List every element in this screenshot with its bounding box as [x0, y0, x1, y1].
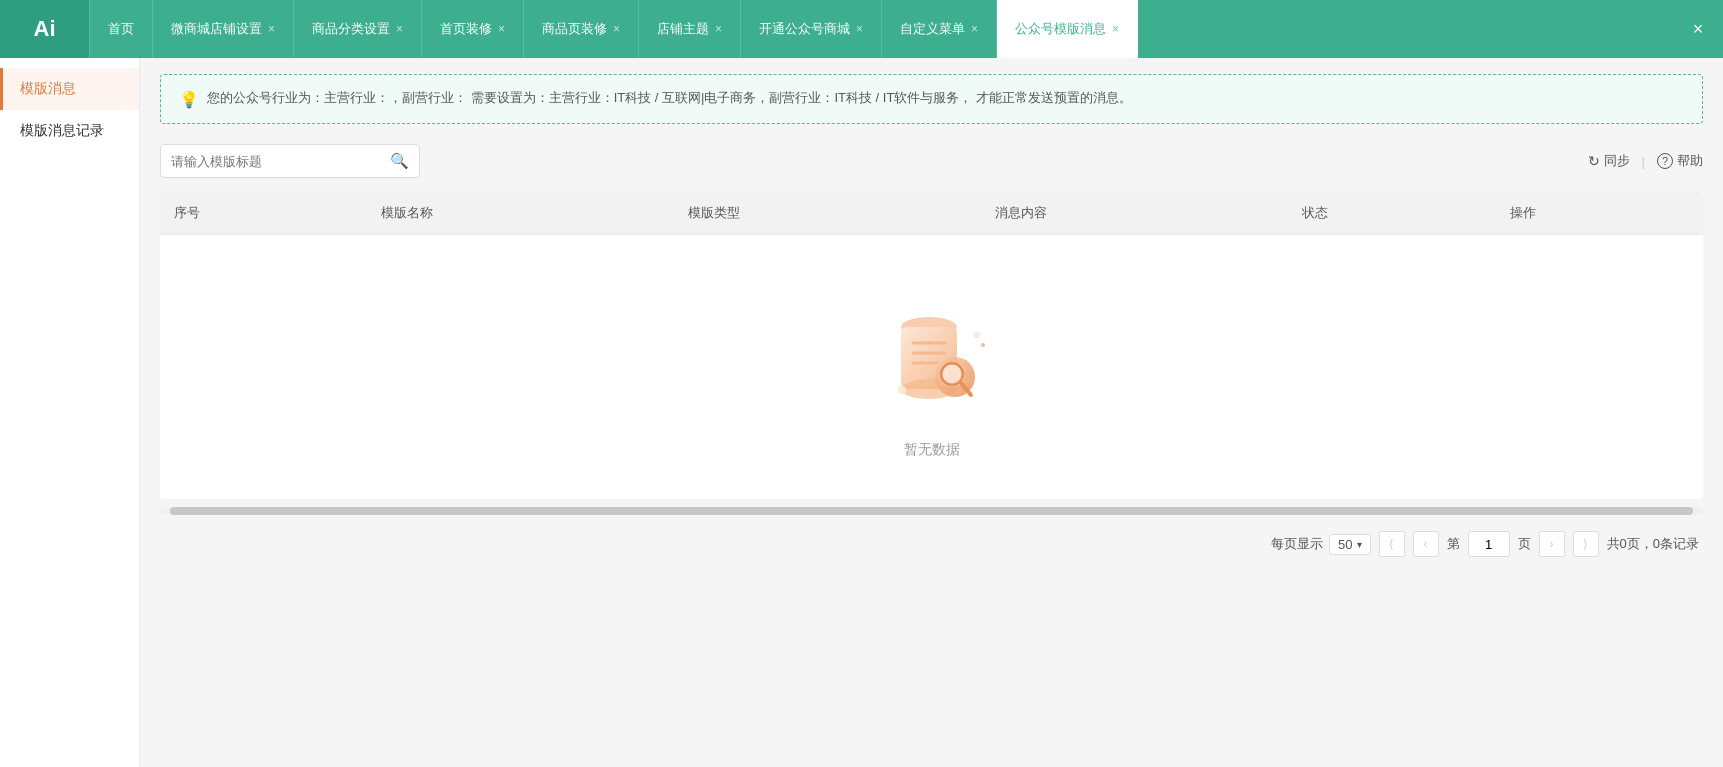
- table-col-content: 消息内容: [981, 192, 1288, 235]
- first-page-icon: ⟨: [1389, 537, 1394, 551]
- empty-row: 暂无数据: [160, 235, 1703, 500]
- sync-button[interactable]: ↻ 同步: [1588, 152, 1630, 170]
- table-col-action: 操作: [1496, 192, 1703, 235]
- pagination-row: 每页显示 50 ▾ ⟨ ‹ 第 页 › ⟩ 共0页，0条记录: [160, 523, 1703, 565]
- next-page-icon: ›: [1550, 537, 1554, 551]
- nav-tab-1[interactable]: 微商城店铺设置 ×: [153, 0, 294, 58]
- toolbar-divider: |: [1642, 154, 1645, 169]
- search-bar-row: 🔍 ↻ 同步 | ? 帮助: [160, 144, 1703, 178]
- next-page-button[interactable]: ›: [1539, 531, 1565, 557]
- help-button[interactable]: ? 帮助: [1657, 152, 1703, 170]
- table-col-status: 状态: [1288, 192, 1495, 235]
- tab-close-icon-1[interactable]: ×: [268, 22, 275, 36]
- table-col-index: 序号: [160, 192, 367, 235]
- content-area: 💡 您的公众号行业为：主营行业：，副营行业： 需要设置为：主营行业：IT科技 /…: [140, 58, 1723, 767]
- tab-close-icon-8[interactable]: ×: [1112, 22, 1119, 36]
- empty-state: 暂无数据: [160, 235, 1703, 499]
- last-page-icon: ⟩: [1583, 537, 1588, 551]
- tab-close-icon-3[interactable]: ×: [498, 22, 505, 36]
- window-close-button[interactable]: ×: [1673, 19, 1723, 40]
- toolbar-right: ↻ 同步 | ? 帮助: [1588, 152, 1703, 170]
- sidebar-item-0[interactable]: 模版消息: [0, 68, 139, 110]
- main-layout: 模版消息模版消息记录 💡 您的公众号行业为：主营行业：，副营行业： 需要设置为：…: [0, 58, 1723, 767]
- table-col-name: 模版名称: [367, 192, 674, 235]
- nav-tab-8[interactable]: 公众号模版消息 ×: [997, 0, 1138, 58]
- nav-tab-6[interactable]: 开通公众号商城 ×: [741, 0, 882, 58]
- tab-close-icon-2[interactable]: ×: [396, 22, 403, 36]
- svg-point-12: [898, 386, 906, 394]
- notice-icon: 💡: [179, 90, 199, 109]
- last-page-button[interactable]: ⟩: [1573, 531, 1599, 557]
- tab-close-icon-6[interactable]: ×: [856, 22, 863, 36]
- page-suffix-label: 页: [1518, 535, 1531, 553]
- sidebar: 模版消息模版消息记录: [0, 58, 140, 767]
- empty-illustration: [867, 295, 997, 425]
- search-icon[interactable]: 🔍: [390, 152, 409, 170]
- page-prefix-label: 第: [1447, 535, 1460, 553]
- page-size-label: 每页显示: [1271, 535, 1323, 553]
- sync-icon: ↻: [1588, 153, 1600, 169]
- nav-tab-7[interactable]: 自定义菜单 ×: [882, 0, 997, 58]
- help-icon: ?: [1657, 153, 1673, 169]
- table-header-row: 序号模版名称模版类型消息内容状态操作: [160, 192, 1703, 235]
- app-logo: Ai: [0, 0, 89, 58]
- page-size-select: 每页显示 50 ▾: [1271, 534, 1370, 555]
- svg-point-11: [981, 343, 985, 347]
- nav-tab-4[interactable]: 商品页装修 ×: [524, 0, 639, 58]
- tab-close-icon-5[interactable]: ×: [715, 22, 722, 36]
- search-input-wrap: 🔍: [160, 144, 420, 178]
- table-scroll-thumb: [170, 507, 1693, 515]
- nav-tab-3[interactable]: 首页装修 ×: [422, 0, 524, 58]
- search-input[interactable]: [171, 154, 390, 169]
- nav-tab-2[interactable]: 商品分类设置 ×: [294, 0, 422, 58]
- table-scrollbar[interactable]: [160, 507, 1703, 515]
- tab-close-icon-7[interactable]: ×: [971, 22, 978, 36]
- nav-tab-5[interactable]: 店铺主题 ×: [639, 0, 741, 58]
- table-col-type: 模版类型: [674, 192, 981, 235]
- svg-point-10: [974, 332, 980, 338]
- tab-close-icon-4[interactable]: ×: [613, 22, 620, 36]
- page-size-value: 50: [1338, 537, 1352, 552]
- empty-text: 暂无数据: [904, 441, 960, 459]
- notice-text: 您的公众号行业为：主营行业：，副营行业： 需要设置为：主营行业：IT科技 / 互…: [207, 89, 1132, 107]
- total-info: 共0页，0条记录: [1607, 535, 1699, 553]
- prev-page-icon: ‹: [1424, 537, 1428, 551]
- chevron-down-icon: ▾: [1357, 539, 1362, 550]
- data-table: 序号模版名称模版类型消息内容状态操作: [160, 192, 1703, 499]
- notice-box: 💡 您的公众号行业为：主营行业：，副营行业： 需要设置为：主营行业：IT科技 /…: [160, 74, 1703, 124]
- first-page-button[interactable]: ⟨: [1379, 531, 1405, 557]
- nav-tab-0[interactable]: 首页: [89, 0, 153, 58]
- top-nav: Ai 首页微商城店铺设置 ×商品分类设置 ×首页装修 ×商品页装修 ×店铺主题 …: [0, 0, 1723, 58]
- prev-page-button[interactable]: ‹: [1413, 531, 1439, 557]
- page-size-dropdown[interactable]: 50 ▾: [1329, 534, 1370, 555]
- nav-tabs: 首页微商城店铺设置 ×商品分类设置 ×首页装修 ×商品页装修 ×店铺主题 ×开通…: [89, 0, 1673, 58]
- page-number-input[interactable]: [1468, 531, 1510, 557]
- sidebar-item-1[interactable]: 模版消息记录: [0, 110, 139, 152]
